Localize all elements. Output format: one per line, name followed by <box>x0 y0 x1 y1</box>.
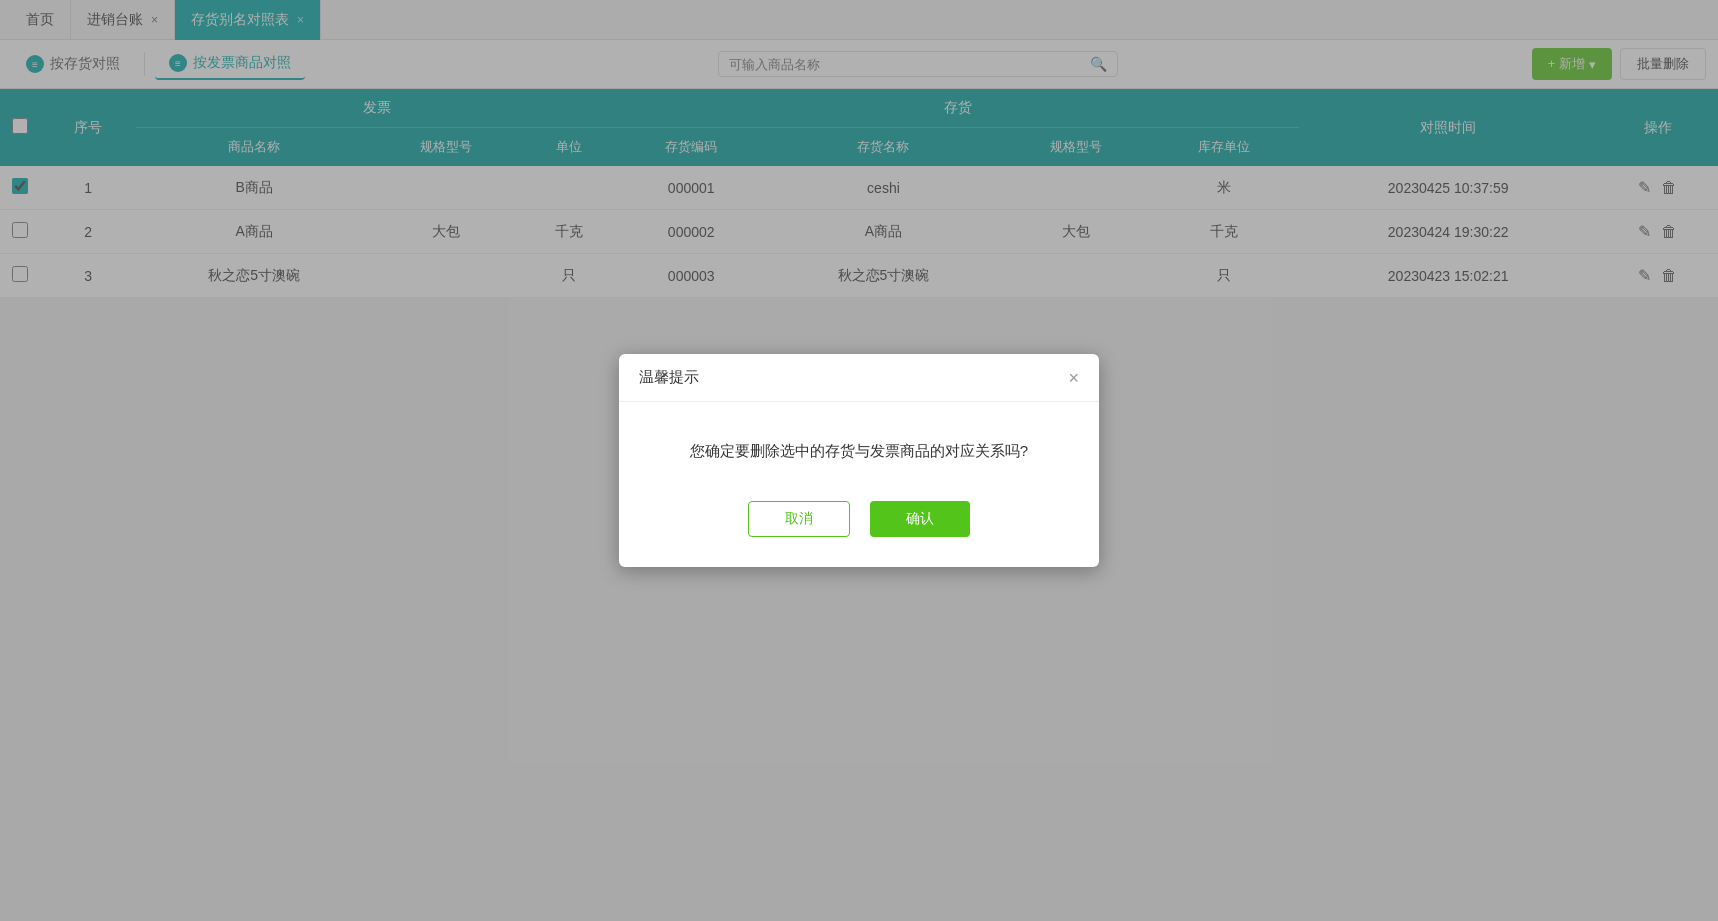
dialog-overlay: 温馨提示 × 您确定要删除选中的存货与发票商品的对应关系吗? 取消 确认 <box>0 0 1718 298</box>
